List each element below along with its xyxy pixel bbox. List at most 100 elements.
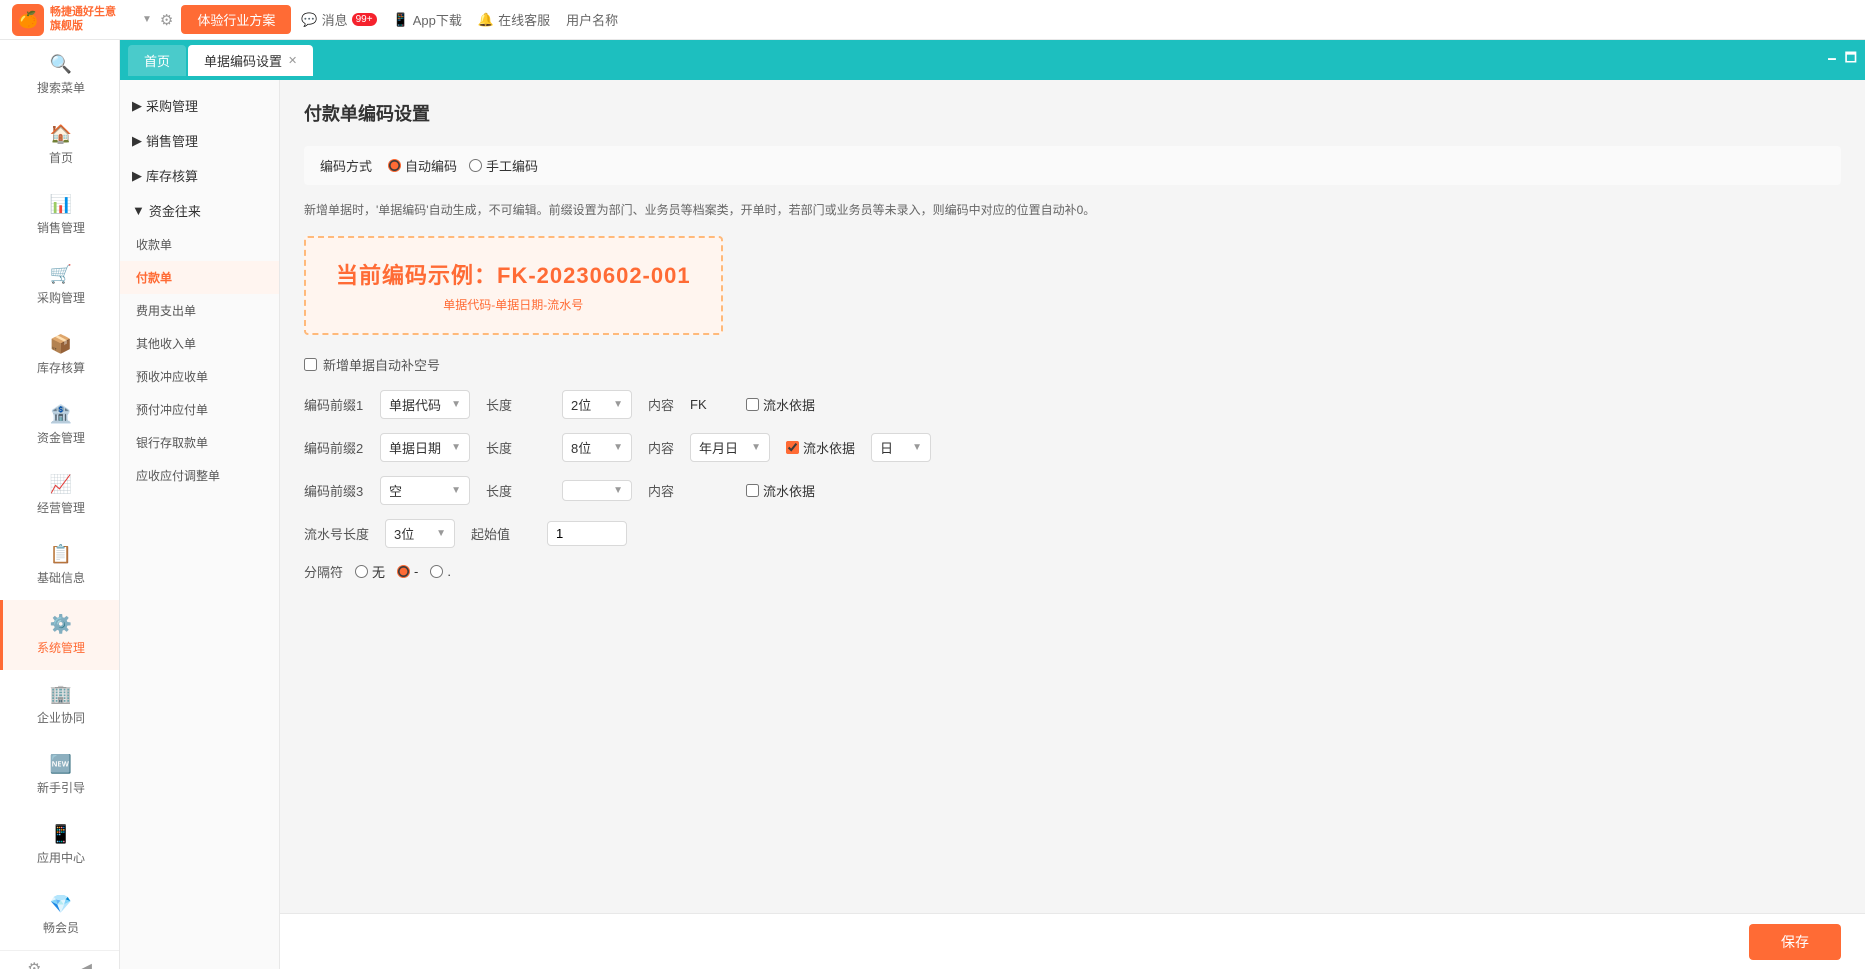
- manual-encoding-radio[interactable]: 手工编码: [469, 156, 538, 175]
- page-footer: 保存: [280, 913, 1865, 969]
- prefix2-content-select[interactable]: 年月日 ▼: [690, 433, 770, 462]
- prefix3-length-select[interactable]: ▼: [562, 480, 632, 501]
- tab-close-icon[interactable]: ✕: [288, 54, 297, 67]
- online-service-btn[interactable]: 🔔 在线客服: [478, 10, 550, 29]
- prefix3-select[interactable]: 空 ▼: [380, 476, 470, 505]
- sub-item-expense[interactable]: 费用支出单: [120, 294, 279, 327]
- prefix2-day-chevron-icon: ▼: [912, 442, 922, 453]
- tab-minimize-icon[interactable]: 🗕: [1827, 49, 1836, 71]
- prefix1-select[interactable]: 单据代码 ▼: [380, 390, 470, 419]
- sep-none-radio[interactable]: 无: [355, 562, 385, 581]
- sub-item-prepaid-pay[interactable]: 预付冲应付单: [120, 393, 279, 426]
- separator-row: 分隔符 无 - .: [304, 562, 1841, 581]
- tab-home[interactable]: 首页: [128, 45, 186, 76]
- message-btn[interactable]: 💬 消息 99+: [301, 10, 376, 29]
- auto-encoding-radio[interactable]: 自动编码: [388, 156, 457, 175]
- sidebar-item-finance[interactable]: 🏦 资金管理: [0, 390, 119, 460]
- basic-icon: 📋: [50, 544, 72, 565]
- prefix-row-1: 编码前缀1 单据代码 ▼ 长度 2位 ▼ 内容 FK: [304, 390, 1841, 419]
- tab-maximize-icon[interactable]: 🗖: [1845, 49, 1857, 71]
- operations-icon: 📈: [50, 474, 72, 495]
- sub-group-sales-header[interactable]: ▶ 销售管理: [120, 123, 279, 158]
- sidebar-item-member[interactable]: 💎 畅会员: [0, 880, 119, 950]
- sub-item-receipt[interactable]: 收款单: [120, 228, 279, 261]
- sidebar-bottom: ⚙ ◀: [0, 950, 119, 969]
- separator-label: 分隔符: [304, 562, 343, 581]
- service-icon: 🔔: [478, 12, 494, 28]
- main-layout: 🔍 搜索菜单 🏠 首页 📊 销售管理 🛒 采购管理 📦 库存核算 🏦 资金管理 …: [0, 40, 1865, 969]
- sub-item-prepaid-recv[interactable]: 预收冲应收单: [120, 360, 279, 393]
- sub-group-funds-header[interactable]: ▼ 资金往来: [120, 193, 279, 228]
- gear-icon[interactable]: ⚙: [160, 11, 173, 29]
- sidebar-item-basic[interactable]: 📋 基础信息: [0, 530, 119, 600]
- download-icon: 📱: [393, 12, 409, 28]
- home-icon: 🏠: [50, 124, 72, 145]
- collapse-icon[interactable]: ◀: [80, 959, 92, 969]
- sub-sidebar: ▶ 采购管理 ▶ 销售管理 ▶ 库存核算: [120, 80, 280, 969]
- finance-icon: 🏦: [50, 404, 72, 425]
- settings-bottom-icon[interactable]: ⚙: [27, 959, 41, 969]
- sidebar-item-inventory[interactable]: 📦 库存核算: [0, 320, 119, 390]
- sidebar-item-appstore[interactable]: 📱 应用中心: [0, 810, 119, 880]
- example-desc: 单据代码-单据日期-流水号: [336, 296, 691, 313]
- prefix-row-2: 编码前缀2 单据日期 ▼ 长度 8位 ▼ 内容 年月日: [304, 433, 1841, 462]
- sub-group-inventory-header[interactable]: ▶ 库存核算: [120, 158, 279, 193]
- sep-dash-radio[interactable]: -: [397, 564, 418, 579]
- prefix1-serial-label: 流水依据: [763, 395, 815, 414]
- sub-item-other-income[interactable]: 其他收入单: [120, 327, 279, 360]
- prefix3-length-chevron-icon: ▼: [613, 485, 623, 496]
- prefix2-content-label: 内容: [648, 438, 674, 457]
- sidebar-item-enterprise[interactable]: 🏢 企业协同: [0, 670, 119, 740]
- prefix3-serial-checkbox-row: 流水依据: [746, 481, 815, 500]
- auto-fill-checkbox[interactable]: [304, 358, 317, 371]
- serial-length-select[interactable]: 3位 ▼: [385, 519, 455, 548]
- top-bar-right: 💬 消息 99+ 📱 App下载 🔔 在线客服 用户名称: [301, 10, 618, 29]
- sidebar-item-home[interactable]: 🏠 首页: [0, 110, 119, 180]
- encoding-radio-group: 自动编码 手工编码: [388, 156, 538, 175]
- sidebar-item-sales[interactable]: 📊 销售管理: [0, 180, 119, 250]
- sub-item-payment[interactable]: 付款单: [120, 261, 279, 294]
- prefix2-serial-checkbox[interactable]: [786, 441, 799, 454]
- prefix3-chevron-icon: ▼: [451, 485, 461, 496]
- sub-item-ar-ap-adjust[interactable]: 应收应付调整单: [120, 459, 279, 492]
- prefix3-serial-checkbox[interactable]: [746, 484, 759, 497]
- tab-encoding[interactable]: 单据编码设置 ✕: [188, 45, 313, 76]
- sidebar-item-operations[interactable]: 📈 经营管理: [0, 460, 119, 530]
- auto-fill-checkbox-row: 新增单据自动补空号: [304, 355, 1841, 374]
- prefix2-length-select[interactable]: 8位 ▼: [562, 433, 632, 462]
- sidebar-item-purchase[interactable]: 🛒 采购管理: [0, 250, 119, 320]
- auto-fill-label: 新增单据自动补空号: [323, 355, 440, 374]
- serial-start-label: 起始值: [471, 524, 531, 543]
- sub-group-purchase-header[interactable]: ▶ 采购管理: [120, 88, 279, 123]
- appstore-icon: 📱: [50, 824, 72, 845]
- sub-group-funds: ▼ 资金往来 收款单 付款单 费用支出单 其他收入单 预收冲应收单 预付冲应付单…: [120, 193, 279, 492]
- prefix1-label: 编码前缀1: [304, 395, 364, 414]
- prefix2-select[interactable]: 单据日期 ▼: [380, 433, 470, 462]
- chevron-down-icon2: ▼: [132, 203, 145, 218]
- tab-bar-right: 🗕 🗖: [1827, 49, 1857, 71]
- serial-start-input[interactable]: [547, 521, 627, 546]
- member-icon: 💎: [50, 894, 72, 915]
- app-download-btn[interactable]: 📱 App下载: [393, 10, 462, 29]
- chevron-down-icon[interactable]: ▼: [142, 14, 152, 25]
- user-avatar[interactable]: 用户名称: [566, 10, 618, 29]
- prefix1-length-select[interactable]: 2位 ▼: [562, 390, 632, 419]
- sidebar-item-system[interactable]: ⚙️ 系统管理: [0, 600, 119, 670]
- message-badge: 99+: [352, 13, 377, 26]
- main-content: 付款单编码设置 编码方式 自动编码 手工编码: [280, 80, 1865, 913]
- sep-dot-radio[interactable]: .: [430, 564, 451, 579]
- search-icon: 🔍: [50, 54, 72, 75]
- chevron-right-icon3: ▶: [132, 168, 142, 184]
- experience-btn[interactable]: 体验行业方案: [181, 5, 291, 34]
- sidebar-item-guide[interactable]: 🆕 新手引导: [0, 740, 119, 810]
- left-sidebar: 🔍 搜索菜单 🏠 首页 📊 销售管理 🛒 采购管理 📦 库存核算 🏦 资金管理 …: [0, 40, 120, 969]
- message-icon: 💬: [301, 12, 317, 28]
- prefix1-serial-checkbox[interactable]: [746, 398, 759, 411]
- encoding-method-label: 编码方式: [320, 156, 372, 175]
- save-button[interactable]: 保存: [1749, 924, 1841, 960]
- sub-item-bank-deposit[interactable]: 银行存取款单: [120, 426, 279, 459]
- prefix1-content-value: FK: [690, 397, 730, 412]
- sidebar-search[interactable]: 🔍 搜索菜单: [0, 40, 119, 110]
- prefix2-day-select[interactable]: 日 ▼: [871, 433, 931, 462]
- guide-icon: 🆕: [50, 754, 72, 775]
